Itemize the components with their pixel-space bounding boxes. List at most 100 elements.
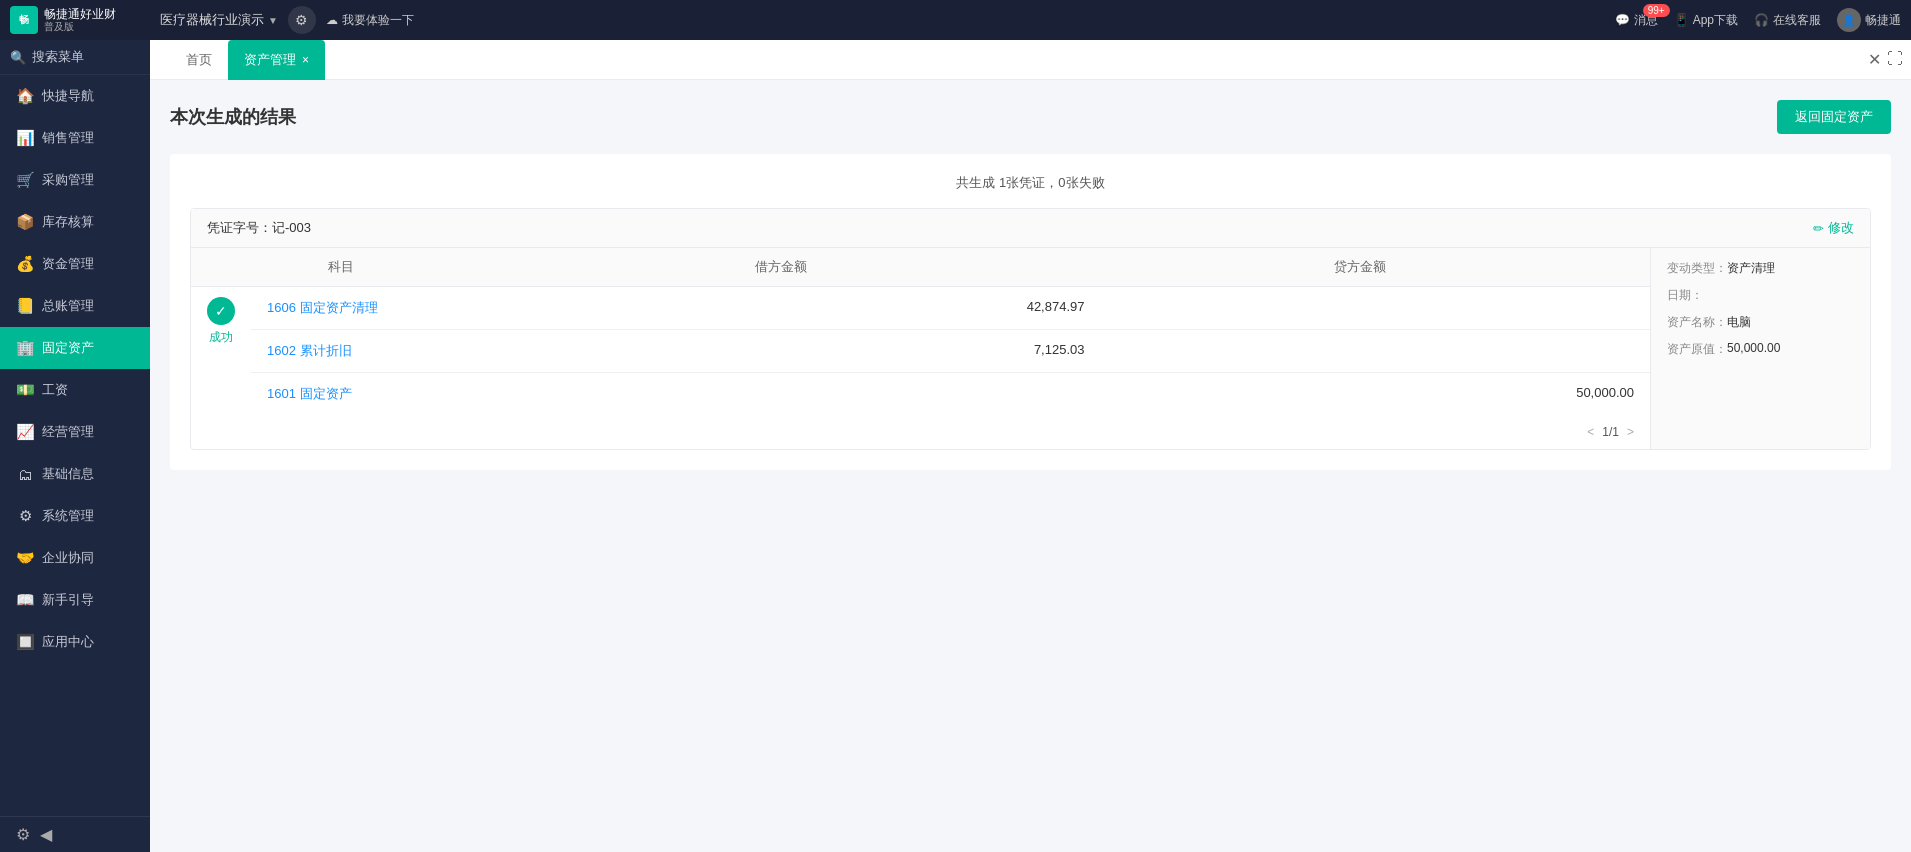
home-icon: 🏠 [16,87,34,105]
header-right: 💬 消息 99+ 📱 App下载 🎧 在线客服 👤 畅捷通 [1615,8,1901,32]
result-card: 共生成 1张凭证，0张失败 凭证字号：记-003 ✏ 修改 [170,154,1891,470]
tab-asset-label: 资产管理 [244,51,296,69]
sidebar-item-guide[interactable]: 📖 新手引导 [0,579,150,621]
guide-icon: 📖 [16,591,34,609]
row2-debit: 7,125.03 [551,330,1101,372]
sidebar-item-label: 库存核算 [42,213,94,231]
username-label: 畅捷通 [1865,12,1901,29]
date-label: 日期： [1667,287,1727,304]
chevron-down-icon: ▼ [268,15,278,26]
base-info-icon: 🗂 [16,466,34,483]
tab-asset-management[interactable]: 资产管理 × [228,40,325,80]
payroll-icon: 💵 [16,381,34,399]
edit-button[interactable]: ✏ 修改 [1813,219,1854,237]
download-label: App下载 [1693,12,1738,29]
sidebar-item-label: 快捷导航 [42,87,94,105]
col-debit: 借方金额 [491,248,1071,286]
row2-subject[interactable]: 1602 累计折旧 [251,330,551,372]
sidebar-bottom: ⚙ ◀ [0,816,150,852]
customer-service-button[interactable]: 🎧 在线客服 [1754,12,1821,29]
sidebar-item-base-info[interactable]: 🗂 基础信息 [0,453,150,495]
header-settings-button[interactable]: ⚙ [288,6,316,34]
sidebar-item-label: 基础信息 [42,465,94,483]
table-row: 1606 固定资产清理 42,874.97 [251,287,1650,330]
panel-controls: ✕ ⛶ [1868,50,1903,69]
original-value-row: 资产原值： 50,000.00 [1667,341,1854,358]
row1-subject[interactable]: 1606 固定资产清理 [251,287,551,329]
company-name: 医疗器械行业演示 [160,11,264,29]
change-type-row: 变动类型： 资产清理 [1667,260,1854,277]
return-fixed-assets-button[interactable]: 返回固定资产 [1777,100,1891,134]
next-page-button[interactable]: > [1627,425,1634,439]
sidebar-search-item[interactable]: 🔍 搜索菜单 [0,40,150,75]
message-button[interactable]: 💬 消息 99+ [1615,12,1658,29]
sidebar: 🔍 搜索菜单 🏠 快捷导航 📊 销售管理 🛒 采购管理 📦 库存核算 💰 [0,40,150,852]
sidebar-item-label: 应用中心 [42,633,94,651]
row3-credit: 50,000.00 [1101,373,1651,415]
success-icon-col: ✓ 成功 [191,287,251,346]
sidebar-item-fixed-assets[interactable]: 🏢 固定资产 [0,327,150,369]
edit-label: 修改 [1828,219,1854,237]
voucher-block: 凭证字号：记-003 ✏ 修改 科目 借方金额 [190,208,1871,450]
page-title-row: 本次生成的结果 返回固定资产 [170,100,1891,134]
sidebar-item-label: 总账管理 [42,297,94,315]
voucher-header: 凭证字号：记-003 ✏ 修改 [191,209,1870,248]
app-center-icon: 🔲 [16,633,34,651]
sidebar-item-label: 资金管理 [42,255,94,273]
sidebar-item-label: 采购管理 [42,171,94,189]
tab-close-button[interactable]: × [302,53,309,67]
original-value-label: 资产原值： [1667,341,1727,358]
prev-page-button[interactable]: < [1587,425,1594,439]
sidebar-item-finance[interactable]: 💰 资金管理 [0,243,150,285]
sidebar-item-ledger[interactable]: 📒 总账管理 [0,285,150,327]
fixed-assets-icon: 🏢 [16,339,34,357]
company-selector[interactable]: 医疗器械行业演示 ▼ [160,11,278,29]
service-icon: 🎧 [1754,13,1769,27]
original-value-value: 50,000.00 [1727,341,1780,358]
sidebar-item-purchase[interactable]: 🛒 采购管理 [0,159,150,201]
gear-icon: ⚙ [295,12,308,28]
sidebar-item-inventory[interactable]: 📦 库存核算 [0,201,150,243]
user-menu[interactable]: 👤 畅捷通 [1837,8,1901,32]
service-label: 在线客服 [1773,12,1821,29]
voucher-layout: 科目 借方金额 贷方金额 ✓ 成功 [191,248,1870,449]
top-header: 畅 畅捷通好业财 普及版 医疗器械行业演示 ▼ ⚙ ☁ 我要体验一下 💬 消息 … [0,0,1911,40]
close-panel-button[interactable]: ✕ [1868,50,1881,69]
app-download-button[interactable]: 📱 App下载 [1674,12,1738,29]
pagination-row: < 1/1 > [191,415,1650,449]
sidebar-item-sales[interactable]: 📊 销售管理 [0,117,150,159]
app-subtitle: 普及版 [44,21,116,33]
sidebar-item-operations[interactable]: 📈 经营管理 [0,411,150,453]
change-type-value: 资产清理 [1727,260,1775,277]
voucher-success-row: ✓ 成功 1606 固定资产清理 42,874.97 [191,287,1650,415]
change-type-label: 变动类型： [1667,260,1727,277]
sidebar-settings-button[interactable]: ⚙ [16,825,30,844]
result-summary: 共生成 1张凭证，0张失败 [190,174,1871,192]
sidebar-collapse-button[interactable]: ◀ [40,825,52,844]
sidebar-item-quick-nav[interactable]: 🏠 快捷导航 [0,75,150,117]
row3-debit [551,373,1101,415]
operations-icon: 📈 [16,423,34,441]
sidebar-item-label: 企业协同 [42,549,94,567]
pagination-info: 1/1 [1602,425,1619,439]
logo-area: 畅 畅捷通好业财 普及版 [10,6,160,34]
col-credit: 贷方金额 [1071,248,1651,286]
sidebar-item-label: 工资 [42,381,68,399]
row3-subject[interactable]: 1601 固定资产 [251,373,551,415]
experience-label: 我要体验一下 [342,12,414,29]
sidebar-item-app-center[interactable]: 🔲 应用中心 [0,621,150,663]
edit-icon: ✏ [1813,221,1824,236]
sales-icon: 📊 [16,129,34,147]
page-title: 本次生成的结果 [170,105,296,129]
sidebar-item-system[interactable]: ⚙ 系统管理 [0,495,150,537]
app-logo: 畅 [10,6,38,34]
expand-panel-button[interactable]: ⛶ [1887,50,1903,69]
experience-button[interactable]: ☁ 我要体验一下 [326,12,414,29]
tab-home[interactable]: 首页 [170,40,228,80]
logo-text: 畅捷通好业财 普及版 [44,7,116,33]
sidebar-item-payroll[interactable]: 💵 工资 [0,369,150,411]
col-subject: 科目 [191,248,491,286]
sidebar-item-enterprise[interactable]: 🤝 企业协同 [0,537,150,579]
sidebar-item-label: 销售管理 [42,129,94,147]
asset-name-label: 资产名称： [1667,314,1727,331]
